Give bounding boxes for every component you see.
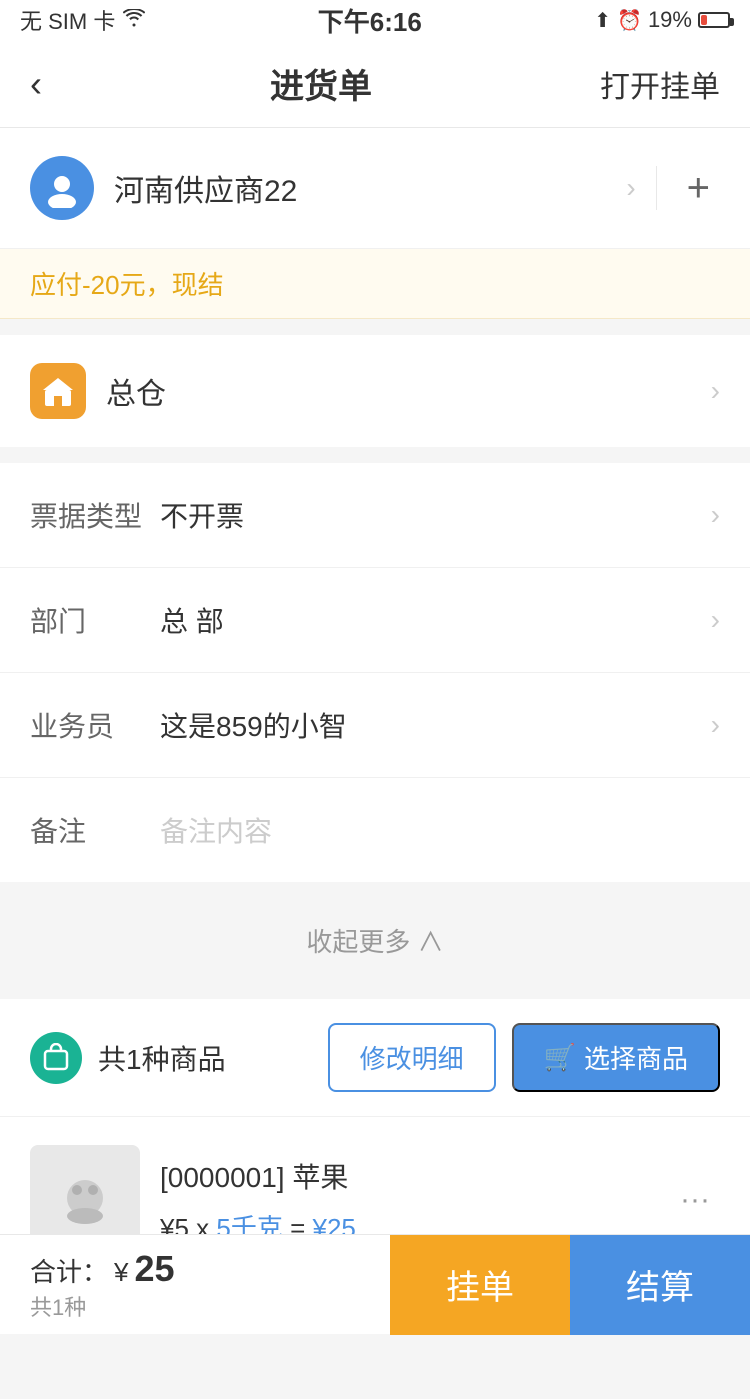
products-count: 共1种商品 [98,1038,312,1078]
warehouse-chevron-icon: › [711,375,720,407]
remark-input[interactable]: 备注内容 [160,810,720,850]
collapse-button[interactable]: 收起更多 ∧ [0,898,750,983]
total-amount: 25 [134,1248,174,1290]
department-value: 总 部 [160,600,701,640]
location-icon: ⬆ [594,8,611,33]
collapse-label: 收起更多 ∧ [306,922,443,959]
product-more-button[interactable]: ··· [670,1183,720,1217]
products-icon [30,1032,82,1084]
remark-label: 备注 [30,810,160,850]
battery-icon [698,12,730,28]
main-content: 河南供应商22 › + 应付-20元，现结 总仓 › 票据类型 不开票 › [0,128,750,1399]
products-header: 共1种商品 修改明细 🛒 选择商品 [0,999,750,1117]
total-label-text: 合计： [30,1252,108,1289]
salesperson-chevron-icon: › [711,709,720,741]
department-chevron-icon: › [711,604,720,636]
select-product-icon: 🛒 [544,1042,576,1073]
product-code: [0000001] [160,1162,292,1193]
salesperson-value: 这是859的小智 [160,705,701,745]
status-bar: 无 SIM 卡 下午6:16 ⬆ ⏰ 19% [0,0,750,40]
form-card: 票据类型 不开票 › 部门 总 部 › 业务员 这是859的小智 › 备注 备注… [0,463,750,882]
ticket-type-label: 票据类型 [30,495,160,535]
remark-row[interactable]: 备注 备注内容 [0,778,750,882]
total-sub: 共1种 [30,1290,360,1322]
hold-button[interactable]: 挂单 [390,1235,570,1335]
salesperson-row[interactable]: 业务员 这是859的小智 › [0,673,750,778]
select-product-button[interactable]: 🛒 选择商品 [512,1023,720,1092]
supplier-row[interactable]: 河南供应商22 › + [0,128,750,249]
battery-text: 19% [648,7,692,33]
total-symbol: ¥ [114,1257,128,1288]
status-time: 下午6:16 [318,2,422,39]
status-left: 无 SIM 卡 [20,4,145,36]
alarm-icon: ⏰ [617,8,642,33]
edit-details-button[interactable]: 修改明细 [328,1023,496,1092]
supplier-avatar [30,156,94,220]
add-supplier-button[interactable]: + [677,166,720,211]
bottom-bar: 合计： ¥ 25 共1种 挂单 结算 [0,1234,750,1334]
warehouse-icon [30,363,86,419]
ticket-type-value: 不开票 [160,495,701,535]
department-row[interactable]: 部门 总 部 › [0,568,750,673]
product-info: [0000001] 苹果 ¥5 x 5千克 = ¥25 [160,1156,650,1245]
department-label: 部门 [30,600,160,640]
warehouse-card: 总仓 › [0,335,750,447]
status-right: ⬆ ⏰ 19% [594,7,730,33]
ticket-type-chevron-icon: › [711,499,720,531]
total-label-row: 合计： ¥ 25 [30,1248,360,1290]
open-hold-button[interactable]: 打开挂单 [600,62,720,106]
page-title: 进货单 [270,59,372,108]
supplier-name: 河南供应商22 [114,166,616,210]
warehouse-row[interactable]: 总仓 › [0,335,750,447]
product-name: [0000001] 苹果 [160,1156,650,1196]
ticket-type-row[interactable]: 票据类型 不开票 › [0,463,750,568]
total-section: 合计： ¥ 25 共1种 [0,1248,390,1322]
wifi-icon [123,7,145,33]
product-title: 苹果 [292,1162,348,1193]
checkout-button[interactable]: 结算 [570,1235,750,1335]
salesperson-label: 业务员 [30,705,160,745]
supplier-chevron-icon: › [626,172,635,204]
supplier-card: 河南供应商22 › + 应付-20元，现结 [0,128,750,319]
select-product-label: 选择商品 [584,1039,688,1076]
warehouse-name: 总仓 [106,369,701,413]
back-button[interactable]: ‹ [30,63,42,105]
nav-bar: ‹ 进货单 打开挂单 [0,40,750,128]
supplier-alert: 应付-20元，现结 [0,249,750,319]
carrier-text: 无 SIM 卡 [20,4,115,36]
divider [656,166,657,210]
